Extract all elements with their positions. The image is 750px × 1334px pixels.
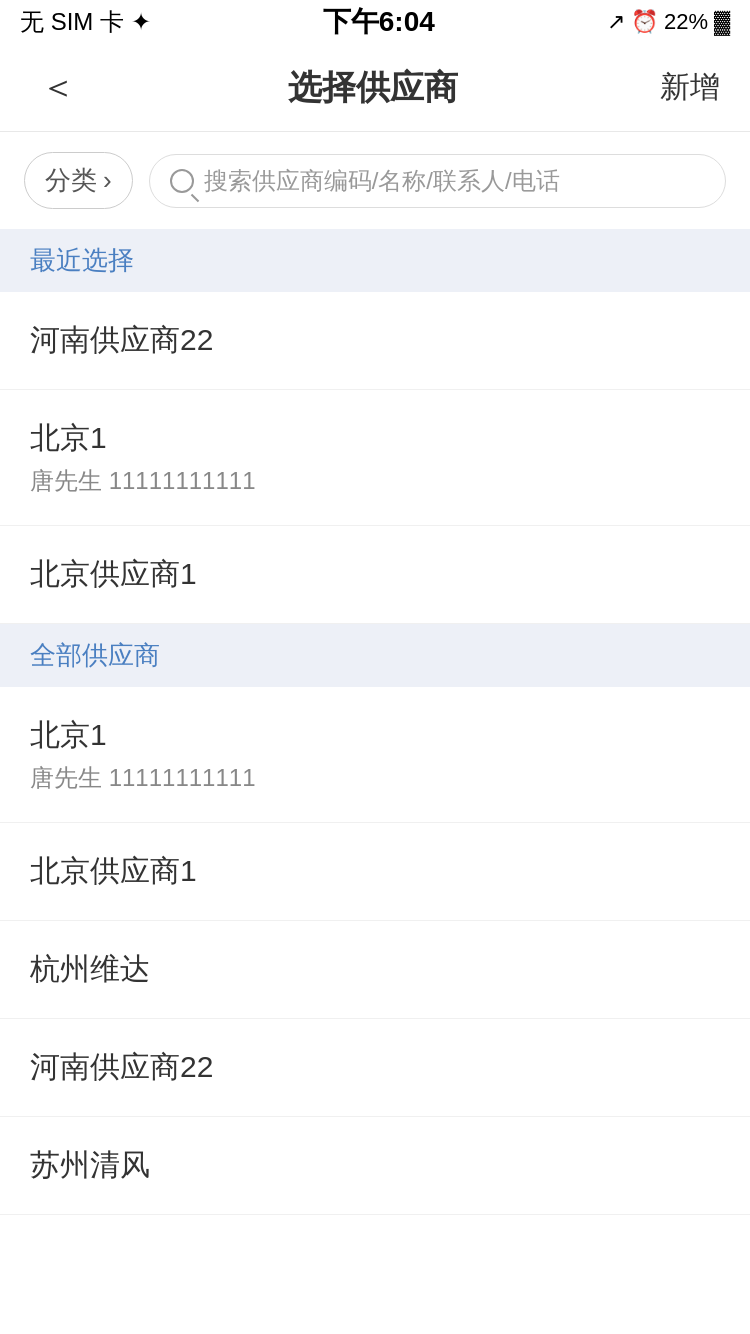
all-section-header: 全部供应商 xyxy=(0,624,750,687)
category-label: 分类 xyxy=(45,163,97,198)
search-icon xyxy=(170,169,194,193)
status-left: 无 SIM 卡 ✦ xyxy=(20,6,151,38)
no-sim-text: 无 SIM 卡 ✦ xyxy=(20,6,151,38)
item-name: 杭州维达 xyxy=(30,949,720,990)
item-name: 北京1 xyxy=(30,715,720,756)
list-item[interactable]: 北京供应商1 xyxy=(0,526,750,624)
search-placeholder: 搜索供应商编码/名称/联系人/电话 xyxy=(204,165,560,197)
list-item[interactable]: 北京供应商1 xyxy=(0,823,750,921)
item-name: 河南供应商22 xyxy=(30,1047,720,1088)
item-name: 河南供应商22 xyxy=(30,320,720,361)
battery-text: 22% xyxy=(664,9,708,35)
location-icon: ↗ xyxy=(607,9,625,35)
chevron-right-icon: › xyxy=(103,165,112,196)
item-name: 北京供应商1 xyxy=(30,851,720,892)
status-right: ↗ ⏰ 22% ▓ xyxy=(607,9,730,35)
item-name: 北京供应商1 xyxy=(30,554,720,595)
recent-list: 河南供应商22 北京1 唐先生 11111111111 北京供应商1 xyxy=(0,292,750,624)
list-item[interactable]: 河南供应商22 xyxy=(0,1019,750,1117)
item-name: 苏州清风 xyxy=(30,1145,720,1186)
alarm-icon: ⏰ xyxy=(631,9,658,35)
status-time: 下午6:04 xyxy=(323,3,435,41)
recent-section-header: 最近选择 xyxy=(0,229,750,292)
list-item[interactable]: 苏州清风 xyxy=(0,1117,750,1215)
recent-section-label: 最近选择 xyxy=(30,245,134,275)
nav-bar: ＜ 选择供应商 新增 xyxy=(0,44,750,132)
search-input[interactable]: 搜索供应商编码/名称/联系人/电话 xyxy=(149,154,726,208)
filter-bar: 分类 › 搜索供应商编码/名称/联系人/电话 xyxy=(0,132,750,229)
back-button[interactable]: ＜ xyxy=(30,53,86,122)
battery-icon: ▓ xyxy=(714,9,730,35)
all-list: 北京1 唐先生 11111111111 北京供应商1 杭州维达河南供应商22 苏州清… xyxy=(0,687,750,1215)
list-item[interactable]: 河南供应商22 xyxy=(0,292,750,390)
list-item[interactable]: 北京1 唐先生 11111111111 xyxy=(0,390,750,526)
list-item[interactable]: 北京1 唐先生 11111111111 xyxy=(0,687,750,823)
status-bar: 无 SIM 卡 ✦ 下午6:04 ↗ ⏰ 22% ▓ xyxy=(0,0,750,44)
item-sub: 唐先生 11111111111 xyxy=(30,465,720,497)
all-section-label: 全部供应商 xyxy=(30,640,160,670)
add-button[interactable]: 新增 xyxy=(660,67,720,108)
list-item[interactable]: 杭州维达 xyxy=(0,921,750,1019)
page-title: 选择供应商 xyxy=(288,65,458,111)
category-filter-button[interactable]: 分类 › xyxy=(24,152,133,209)
item-name: 北京1 xyxy=(30,418,720,459)
item-sub: 唐先生 11111111111 xyxy=(30,762,720,794)
